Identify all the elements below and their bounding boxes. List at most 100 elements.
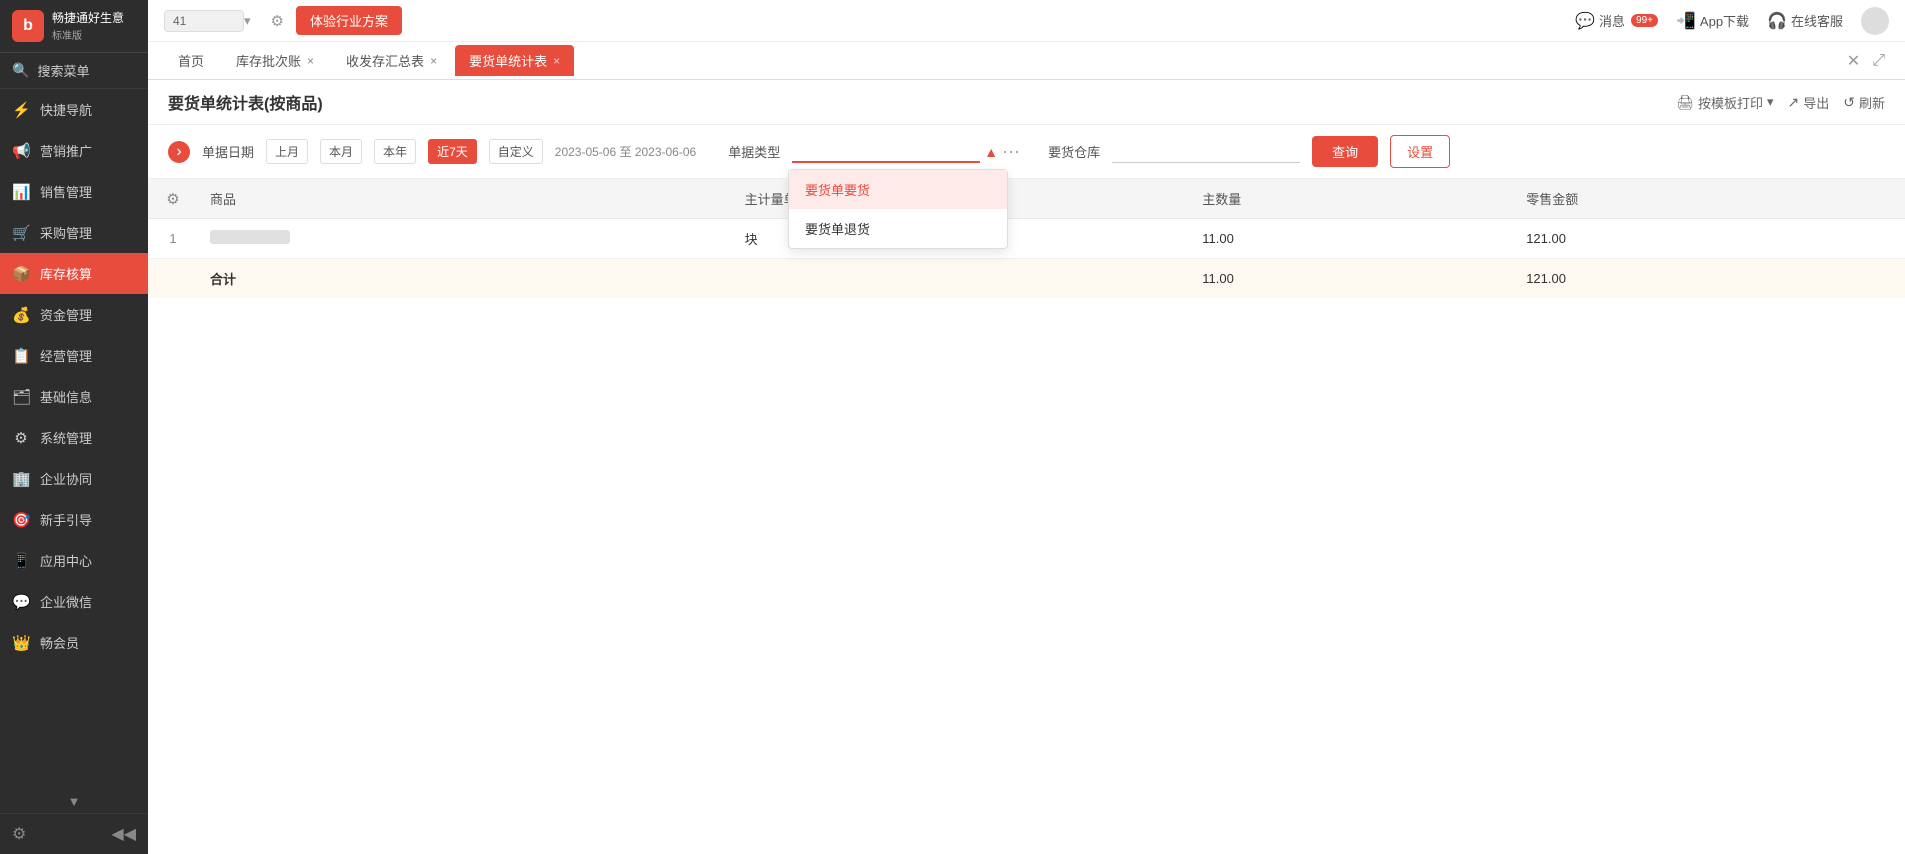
dropdown-order-goods-label: 要货单要货 bbox=[805, 183, 870, 198]
messages-badge: 99+ bbox=[1631, 14, 1658, 27]
filter-more-btn[interactable]: ··· bbox=[1002, 141, 1020, 162]
sidebar-item-quick-nav[interactable]: ⚡ 快捷导航 bbox=[0, 89, 148, 130]
tab-receive-summary[interactable]: 收发存汇总表 × bbox=[332, 45, 451, 76]
basic-icon: 🗂 bbox=[12, 388, 30, 406]
sidebar-item-enterprise[interactable]: 🏢 企业协同 bbox=[0, 458, 148, 499]
sidebar-item-label: 畅会员 bbox=[40, 633, 79, 652]
filter-expand-btn[interactable]: › bbox=[168, 141, 190, 163]
tab-home[interactable]: 首页 bbox=[164, 45, 218, 76]
refresh-btn[interactable]: ↺ 刷新 bbox=[1843, 93, 1885, 112]
tab-order-stats-close[interactable]: × bbox=[553, 54, 560, 68]
print-btn[interactable]: 🖨 按模板打印 ▾ bbox=[1676, 93, 1773, 112]
breadcrumb-input[interactable] bbox=[164, 10, 244, 32]
system-icon: ⚙ bbox=[12, 429, 30, 447]
sales-icon: 📊 bbox=[12, 183, 30, 201]
dropdown-order-return-label: 要货单退货 bbox=[805, 222, 870, 237]
logo-name: 畅捷通好生意 bbox=[52, 10, 124, 27]
tab-inventory-batch-close[interactable]: × bbox=[307, 54, 314, 68]
finance-icon: 💰 bbox=[12, 306, 30, 324]
sidebar-item-label: 应用中心 bbox=[40, 551, 92, 570]
sidebar-item-newbie[interactable]: 🎯 新手引导 bbox=[0, 499, 148, 540]
tab-expand-btn[interactable]: ⤢ bbox=[1868, 48, 1889, 74]
enterprise-icon: 🏢 bbox=[12, 470, 30, 488]
date-btn-this-year[interactable]: 本年 bbox=[374, 139, 416, 164]
dropdown-item-order-return[interactable]: 要货单退货 bbox=[789, 209, 1007, 248]
export-btn[interactable]: ↗ 导出 bbox=[1788, 93, 1830, 112]
sidebar-item-label: 采购管理 bbox=[40, 223, 92, 242]
header-gear-icon[interactable]: ⚙ bbox=[271, 12, 284, 30]
date-btn-7days[interactable]: 近7天 bbox=[428, 139, 477, 164]
messages-item[interactable]: 💬 消息 99+ bbox=[1575, 11, 1658, 31]
tab-inventory-batch[interactable]: 库存批次账 × bbox=[222, 45, 328, 76]
online-service-item[interactable]: 🎧 在线客服 bbox=[1767, 11, 1843, 31]
sidebar-item-marketing[interactable]: 📢 营销推广 bbox=[0, 130, 148, 171]
appstore-icon: 📱 bbox=[12, 552, 30, 570]
sidebar-item-label: 经营管理 bbox=[40, 346, 92, 365]
sidebar-item-operation[interactable]: 📋 经营管理 bbox=[0, 335, 148, 376]
th-amount: 零售金额 bbox=[1514, 179, 1905, 219]
sidebar-item-sales[interactable]: 📊 销售管理 bbox=[0, 171, 148, 212]
search-icon: 🔍 bbox=[12, 62, 29, 79]
date-btn-prev-month[interactable]: 上月 bbox=[266, 139, 308, 164]
message-icon: 💬 bbox=[1575, 11, 1595, 31]
sidebar-logo: b 畅捷通好生意 标准版 bbox=[0, 0, 148, 53]
sidebar-item-finance[interactable]: 💰 资金管理 bbox=[0, 294, 148, 335]
sidebar-item-label: 快捷导航 bbox=[40, 100, 92, 119]
sidebar-item-label: 企业微信 bbox=[40, 592, 92, 611]
sidebar-search-btn[interactable]: 🔍 搜索菜单 bbox=[0, 53, 148, 89]
logo-icon: b bbox=[12, 10, 44, 42]
tab-order-stats[interactable]: 要货单统计表 × bbox=[455, 45, 574, 76]
print-chevron: ▾ bbox=[1767, 94, 1774, 110]
dropdown-chevron[interactable]: ▾ bbox=[244, 13, 251, 29]
sidebar-item-system[interactable]: ⚙ 系统管理 bbox=[0, 417, 148, 458]
tab-receive-summary-close[interactable]: × bbox=[430, 54, 437, 68]
sidebar-item-weichat[interactable]: 💬 企业微信 bbox=[0, 581, 148, 622]
table-settings-icon[interactable]: ⚙ bbox=[166, 191, 179, 208]
sidebar-item-label: 销售管理 bbox=[40, 182, 92, 201]
tab-order-stats-label: 要货单统计表 bbox=[469, 51, 547, 70]
sidebar-search-label: 搜索菜单 bbox=[37, 61, 89, 80]
sidebar-item-label: 基础信息 bbox=[40, 387, 92, 406]
trial-btn[interactable]: 体验行业方案 bbox=[296, 6, 402, 35]
date-filter-label: 单据日期 bbox=[202, 142, 254, 161]
date-btn-this-month[interactable]: 本月 bbox=[320, 139, 362, 164]
th-settings[interactable]: ⚙ bbox=[148, 179, 198, 219]
type-select-wrapper: ▲ ··· bbox=[792, 140, 1020, 163]
warehouse-filter-label: 要货仓库 bbox=[1048, 142, 1100, 161]
settings-btn[interactable]: 设置 bbox=[1390, 135, 1450, 168]
sidebar-item-appstore[interactable]: 📱 应用中心 bbox=[0, 540, 148, 581]
service-icon: 🎧 bbox=[1767, 11, 1787, 31]
marketing-icon: 📢 bbox=[12, 142, 30, 160]
print-icon: 🖨 bbox=[1676, 94, 1694, 111]
refresh-label: 刷新 bbox=[1859, 93, 1885, 112]
sidebar-item-inventory[interactable]: 📦 库存核算 bbox=[0, 253, 148, 294]
logo-sub: 标准版 bbox=[52, 27, 124, 42]
sidebar-item-member[interactable]: 👑 畅会员 bbox=[0, 622, 148, 663]
sidebar-item-purchase[interactable]: 🛒 采购管理 bbox=[0, 212, 148, 253]
dropdown-item-order-goods[interactable]: 要货单要货 bbox=[789, 170, 1007, 209]
query-btn[interactable]: 查询 bbox=[1312, 136, 1378, 167]
weichat-icon: 💬 bbox=[12, 593, 30, 611]
type-select-arrow[interactable]: ▲ bbox=[984, 144, 998, 160]
app-download-item[interactable]: 📲 App下载 bbox=[1676, 11, 1749, 31]
filter-bar: › 单据日期 上月 本月 本年 近7天 自定义 2023-05-06 至 202… bbox=[148, 125, 1905, 179]
th-goods: 商品 bbox=[198, 179, 733, 219]
sidebar-scroll-down[interactable]: ▼ bbox=[0, 790, 148, 813]
date-btn-custom[interactable]: 自定义 bbox=[489, 139, 543, 164]
sidebar-nav: ⚡ 快捷导航 📢 营销推广 📊 销售管理 🛒 采购管理 📦 库存核算 💰 资金管… bbox=[0, 89, 148, 790]
export-label: 导出 bbox=[1803, 93, 1829, 112]
table-header: ⚙ 商品 主计量单位 主数量 零 bbox=[148, 179, 1905, 219]
tab-bar-close-btn[interactable]: ✕ bbox=[1843, 47, 1864, 75]
settings-icon[interactable]: ⚙ bbox=[12, 824, 26, 844]
collapse-icon[interactable]: ◀◀ bbox=[111, 824, 136, 844]
cell-quantity: 11.00 bbox=[1190, 219, 1514, 259]
footer-total-label: 合计 bbox=[198, 259, 733, 299]
warehouse-input[interactable] bbox=[1112, 141, 1300, 163]
date-range-display: 2023-05-06 至 2023-06-06 bbox=[555, 143, 696, 160]
page-header: 要货单统计表(按商品) 🖨 按模板打印 ▾ ↗ 导出 ↺ 刷新 bbox=[148, 80, 1905, 125]
type-select-input[interactable] bbox=[792, 140, 980, 163]
avatar[interactable] bbox=[1861, 7, 1889, 35]
sidebar-item-basic[interactable]: 🗂 基础信息 bbox=[0, 376, 148, 417]
top-header: ▾ ⚙ 体验行业方案 💬 消息 99+ 📲 App下载 🎧 在线客服 bbox=[148, 0, 1905, 42]
content-area: 要货单统计表(按商品) 🖨 按模板打印 ▾ ↗ 导出 ↺ 刷新 bbox=[148, 80, 1905, 854]
